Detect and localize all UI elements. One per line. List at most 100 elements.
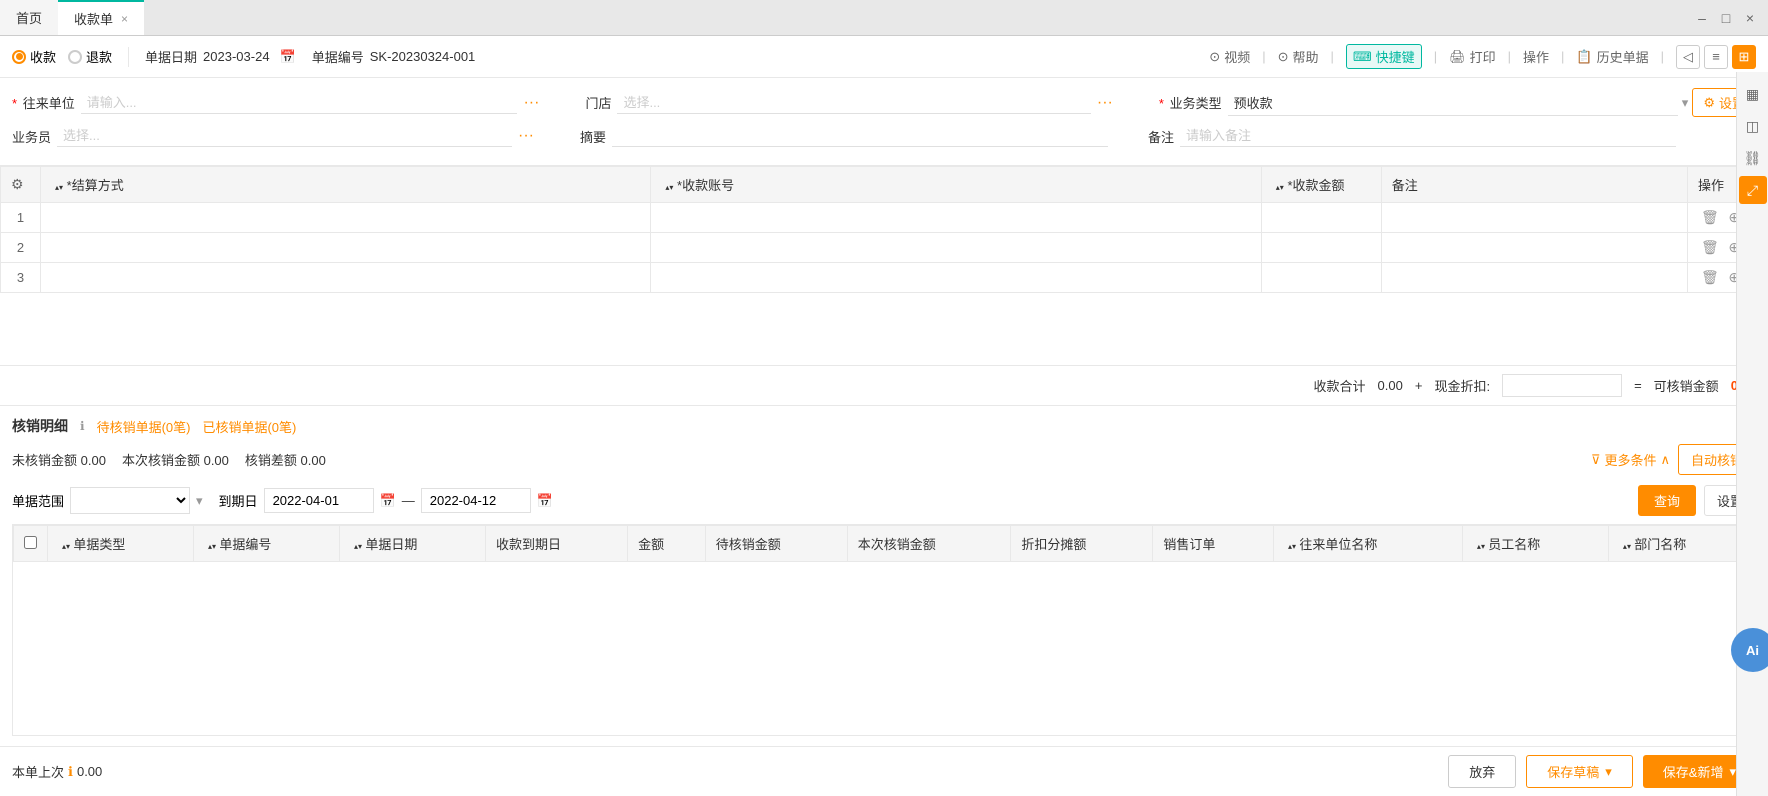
- amount-cell-3[interactable]: [1261, 263, 1381, 293]
- counterpart-input[interactable]: [81, 92, 518, 114]
- sort-icon: ▴▾: [55, 184, 63, 192]
- help-action[interactable]: ⊙ 帮助: [1278, 47, 1319, 66]
- query-button[interactable]: 查询: [1638, 485, 1696, 516]
- pending-tab-link[interactable]: 待核销单据(0笔): [97, 417, 191, 436]
- info-icon[interactable]: ℹ: [80, 419, 85, 433]
- business-type-field: * 业务类型 预收款 ▾: [1159, 90, 1692, 116]
- amount-label-col: 金额: [638, 537, 664, 552]
- store-field: 门店 ···: [585, 92, 1118, 114]
- amount-cell-1[interactable]: [1261, 203, 1381, 233]
- remark-col-header[interactable]: 备注: [1381, 167, 1687, 203]
- discount-input[interactable]: [1502, 374, 1622, 397]
- print-icon: 🖨: [1449, 49, 1466, 65]
- tab-receipt[interactable]: 收款单 ×: [58, 0, 144, 35]
- settlement-cell-3[interactable]: [41, 263, 651, 293]
- radio-receipt[interactable]: 收款: [12, 47, 56, 66]
- account-cell-2[interactable]: [651, 233, 1261, 263]
- calendar-start-icon[interactable]: 📅: [380, 493, 396, 509]
- due-date-start-input[interactable]: [264, 488, 374, 513]
- counterpart-dots[interactable]: ···: [517, 95, 545, 111]
- settlement-cell-2[interactable]: [41, 233, 651, 263]
- total-label: 收款合计: [1314, 376, 1366, 395]
- account-cell-3[interactable]: [651, 263, 1261, 293]
- delete-icon-3[interactable]: 🗑: [1701, 269, 1719, 285]
- settlement-col-header[interactable]: ▴▾ *结算方式: [41, 167, 651, 203]
- employee-col[interactable]: ▴▾ 员工名称: [1462, 526, 1608, 562]
- completed-tab-link[interactable]: 已核销单据(0笔): [202, 417, 296, 436]
- store-dots[interactable]: ···: [1091, 95, 1119, 111]
- number-label: 单据编号: [312, 47, 364, 66]
- table-row: 3 🗑 ⊕: [1, 263, 1768, 293]
- divider-1: [128, 47, 129, 67]
- summary-field: 摘要: [580, 125, 1108, 147]
- calendar-end-icon[interactable]: 📅: [537, 493, 553, 509]
- shortcut-action[interactable]: ⌨ 快捷键: [1346, 44, 1422, 69]
- account-cell-1[interactable]: [651, 203, 1261, 233]
- more-conditions-btn[interactable]: ⊽ 更多条件 ∧: [1591, 450, 1670, 469]
- dept-col[interactable]: ▴▾ 部门名称: [1608, 526, 1754, 562]
- salesperson-input[interactable]: [57, 125, 512, 147]
- footer-info-icon[interactable]: ℹ: [68, 764, 73, 780]
- delete-icon-1[interactable]: 🗑: [1701, 209, 1719, 225]
- range-select[interactable]: [70, 487, 190, 514]
- business-type-arrow[interactable]: ▾: [1678, 95, 1693, 111]
- maximize-button[interactable]: □: [1718, 10, 1734, 26]
- due-date-end-input[interactable]: [421, 488, 531, 513]
- counterpart-col[interactable]: ▴▾ 往来单位名称: [1273, 526, 1462, 562]
- receipts-table-inner: ⚙ ▴▾ *结算方式 ▴▾ *收款账号 ▴▾ *收款金额: [0, 166, 1768, 293]
- minimize-button[interactable]: –: [1694, 10, 1710, 26]
- abandon-button[interactable]: 放弃: [1448, 755, 1516, 788]
- print-action[interactable]: 🖨 打印: [1449, 47, 1496, 66]
- sort-doc-type: ▴▾: [62, 543, 70, 551]
- sort-counterpart: ▴▾: [1288, 543, 1296, 551]
- current-stat: 本次核销金额 0.00: [122, 450, 229, 469]
- delete-icon-2[interactable]: 🗑: [1701, 239, 1719, 255]
- select-all-checkbox[interactable]: [24, 536, 37, 549]
- draft-button[interactable]: 保存草稿 ▾: [1526, 755, 1633, 788]
- summary-row: 收款合计 0.00 + 现金折扣: = 可核销金额 0.00: [0, 366, 1768, 406]
- doc-num-col[interactable]: ▴▾ 单据编号: [194, 526, 340, 562]
- history-action[interactable]: 📋 历史单据: [1576, 47, 1648, 66]
- salesperson-label: 业务员: [12, 127, 57, 146]
- sidebar-link-icon[interactable]: ⛓: [1739, 144, 1767, 172]
- sidebar-expand-icon[interactable]: ⤢: [1739, 176, 1767, 204]
- store-input[interactable]: [617, 92, 1090, 114]
- print-label: 打印: [1470, 47, 1496, 66]
- settlement-cell-1[interactable]: [41, 203, 651, 233]
- remark-field: 备注: [1148, 125, 1676, 147]
- close-button[interactable]: ×: [1742, 10, 1758, 26]
- tab-home[interactable]: 首页: [0, 0, 58, 35]
- amount-cell-2[interactable]: [1261, 233, 1381, 263]
- doc-type-col[interactable]: ▴▾ 单据类型: [48, 526, 194, 562]
- dept-label-col: 部门名称: [1634, 537, 1686, 552]
- account-col-header[interactable]: ▴▾ *收款账号: [651, 167, 1261, 203]
- grid-view-btn[interactable]: ⊞: [1732, 45, 1756, 69]
- summary-input[interactable]: [612, 125, 1108, 147]
- sidebar-table-icon[interactable]: ▦: [1739, 80, 1767, 108]
- receipt-refund-toggle: 收款 退款: [12, 47, 112, 66]
- operation-action[interactable]: 操作: [1523, 47, 1549, 66]
- remark-label: 备注: [1148, 127, 1180, 146]
- list-view-btn[interactable]: ≡: [1704, 45, 1728, 69]
- ai-button[interactable]: Ai: [1731, 628, 1768, 672]
- settings-col-header[interactable]: ⚙: [1, 167, 41, 203]
- doc-date-col[interactable]: ▴▾ 单据日期: [340, 526, 486, 562]
- calendar-icon[interactable]: 📅: [280, 49, 296, 65]
- prev-view-btn[interactable]: ◁: [1676, 45, 1700, 69]
- remark-input[interactable]: [1180, 125, 1676, 147]
- video-action[interactable]: ⊙ 视频: [1209, 47, 1250, 66]
- footer-next-value: 0.00: [77, 764, 102, 779]
- remark-cell-3[interactable]: [1381, 263, 1687, 293]
- remark-cell-1[interactable]: [1381, 203, 1687, 233]
- amount-col-header[interactable]: ▴▾ *收款金额: [1261, 167, 1381, 203]
- salesperson-dots[interactable]: ···: [512, 128, 540, 144]
- footer-next-label: 本单上次: [12, 762, 64, 781]
- sidebar-layout-icon[interactable]: ◫: [1739, 112, 1767, 140]
- footer-actions: 放弃 保存草稿 ▾ 保存&新增 ▾: [1448, 755, 1756, 788]
- radio-refund[interactable]: 退款: [68, 47, 112, 66]
- remark-cell-2[interactable]: [1381, 233, 1687, 263]
- tab-close-icon[interactable]: ×: [121, 12, 128, 26]
- number-field: 单据编号 SK-20230324-001: [312, 47, 476, 66]
- table-settings-icon[interactable]: ⚙: [11, 176, 24, 192]
- range-label: 单据范围: [12, 491, 64, 510]
